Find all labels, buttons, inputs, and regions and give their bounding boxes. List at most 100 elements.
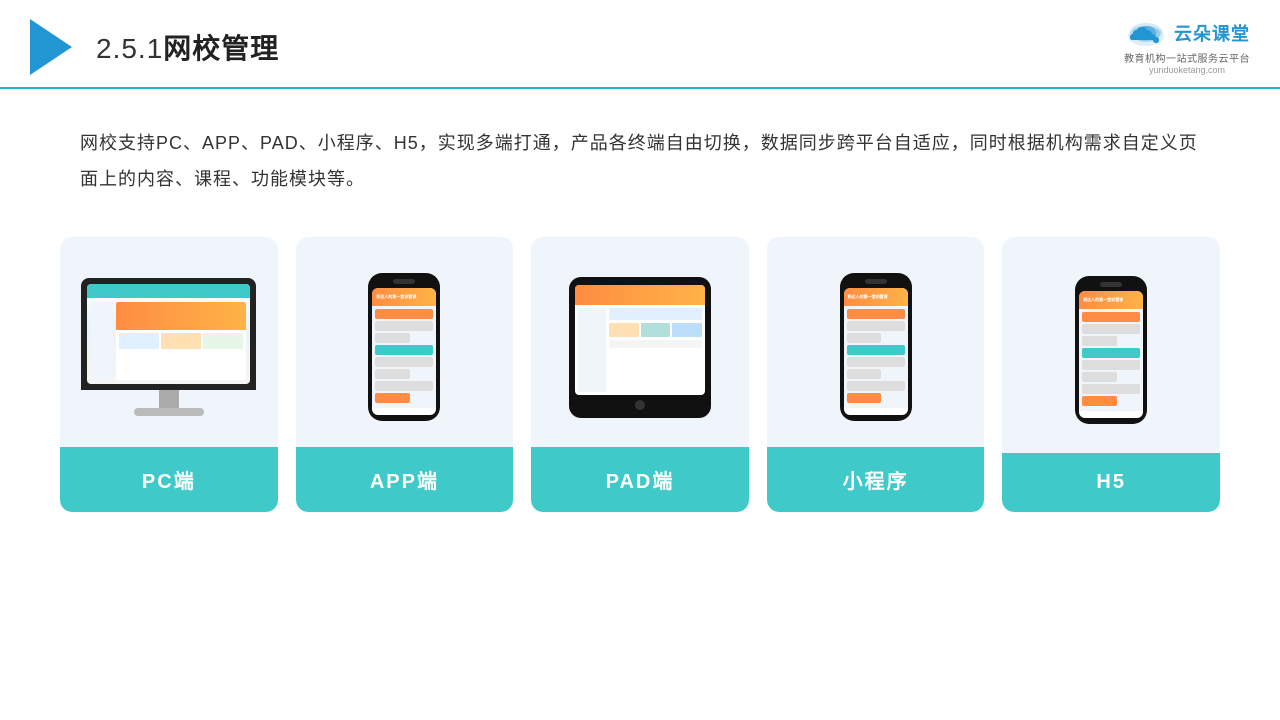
phone-row-2 [375,321,433,331]
phone-body: 职达人的第一堂训营课 [368,273,440,421]
h5-screen-top-text: 职达人的第一堂训营课 [1083,297,1123,303]
mp-row-8 [847,393,882,403]
monitor-stand-base [134,408,204,416]
monitor-outer [81,278,256,390]
tablet-row [609,340,702,348]
h5-phone-notch [1100,282,1122,287]
phone-row-1 [375,309,433,319]
screen-card-3 [203,333,243,349]
phone-row-8 [375,393,410,403]
miniprogram-phone-body: 职达人的第一堂训营课 [840,273,912,421]
screen-card-1 [119,333,159,349]
card-pad-image [531,237,749,447]
h5-screen-body [1079,309,1143,411]
miniprogram-phone-notch [865,279,887,284]
monitor-screen [87,284,250,384]
card-miniprogram-image: 职达人的第一堂训营课 [767,237,985,447]
mp-row-1 [847,309,905,319]
h5-phone-mockup: 职达人的第一堂训营课 [1075,276,1147,424]
h5-row-6 [1082,372,1117,382]
card-h5-image: 职达人的第一堂训营课 [1002,237,1220,453]
tablet-mockup [569,277,711,418]
h5-phone-body: 职达人的第一堂训营课 [1075,276,1147,424]
card-app-image: 职达人的第一堂训营课 [296,237,514,447]
mp-row-4 [847,345,905,355]
phone-row-7 [375,381,433,391]
cards-container: PC端 职达人的第一堂训营课 [0,207,1280,542]
title-text: 网校管理 [163,33,279,64]
card-pc-image [60,237,278,447]
screen-banner [116,302,246,330]
card-miniprogram: 职达人的第一堂训营课 [767,237,985,512]
description-content: 网校支持PC、APP、PAD、小程序、H5，实现多端打通，产品各终端自由切换，数… [80,133,1198,189]
screen-card-2 [161,333,201,349]
tablet-screen-body [575,305,705,395]
phone-screen-top-text: 职达人的第一堂训营课 [376,294,416,300]
miniprogram-screen: 职达人的第一堂训营课 [844,288,908,415]
card-pc: PC端 [60,237,278,512]
tablet-main [609,308,702,392]
tablet-home-btn [635,400,645,410]
h5-row-4 [1082,348,1140,358]
card-h5-label: H5 [1002,453,1220,512]
phone-screen: 职达人的第一堂训营课 [372,288,436,415]
description-text: 网校支持PC、APP、PAD、小程序、H5，实现多端打通，产品各终端自由切换，数… [0,89,1280,207]
title-number: 2.5.1 [96,33,163,64]
brand-tagline-text: 教育机构一站式服务云平台 [1124,54,1250,65]
h5-row-8 [1082,396,1117,406]
card-app: 职达人的第一堂训营课 [296,237,514,512]
screen-sidebar [91,302,113,380]
tablet-screen-top [575,285,705,305]
mp-row-5 [847,357,905,367]
phone-row-4 [375,345,433,355]
page-header: 2.5.1网校管理 云朵课堂 教育机构一站式服务云平台 yunduoketang… [0,0,1280,89]
phone-row-3 [375,333,410,343]
mp-row-3 [847,333,882,343]
cloud-icon [1124,18,1168,48]
tablet-card-2 [641,323,671,337]
tablet-banner [609,308,702,320]
card-miniprogram-label: 小程序 [767,447,985,512]
logo-triangle-icon [30,19,72,75]
app-phone-mockup: 职达人的第一堂训营课 [368,273,440,421]
tablet-card-1 [609,323,639,337]
card-pad: PAD端 [531,237,749,512]
brand-domain: yunduoketang.com [1149,65,1225,75]
screen-top-bar [87,284,250,298]
phone-row-6 [375,369,410,379]
mp-row-6 [847,369,882,379]
h5-screen-top: 职达人的第一堂训营课 [1079,291,1143,309]
h5-row-5 [1082,360,1140,370]
phone-screen-top: 职达人的第一堂训营课 [372,288,436,306]
card-app-label: APP端 [296,447,514,512]
miniprogram-screen-body [844,306,908,408]
brand-tagline: 教育机构一站式服务云平台 [1124,50,1250,65]
miniprogram-screen-top-text: 职达人的第一堂训营课 [848,294,888,300]
brand-logo: 云朵课堂 [1124,18,1250,48]
phone-notch [393,279,415,284]
h5-row-1 [1082,312,1140,322]
monitor-stand-neck [159,390,179,408]
header-left: 2.5.1网校管理 [30,19,279,75]
brand-logo-area: 云朵课堂 教育机构一站式服务云平台 yunduoketang.com [1124,18,1250,75]
pc-mockup [81,278,256,416]
screen-cards [116,330,246,352]
tablet-sidebar [578,308,606,392]
tablet-screen [575,285,705,395]
tablet-card-3 [672,323,702,337]
card-h5: 职达人的第一堂训营课 [1002,237,1220,512]
h5-row-7 [1082,384,1140,394]
card-pad-label: PAD端 [531,447,749,512]
mp-row-2 [847,321,905,331]
phone-row-5 [375,357,433,367]
tablet-cards [609,323,702,337]
h5-row-2 [1082,324,1140,334]
screen-body [87,298,250,384]
brand-name: 云朵课堂 [1174,20,1250,46]
miniprogram-screen-top: 职达人的第一堂训营课 [844,288,908,306]
h5-row-3 [1082,336,1117,346]
page-title: 2.5.1网校管理 [96,27,279,67]
mp-row-7 [847,381,905,391]
miniprogram-phone-mockup: 职达人的第一堂训营课 [840,273,912,421]
screen-main [116,302,246,380]
